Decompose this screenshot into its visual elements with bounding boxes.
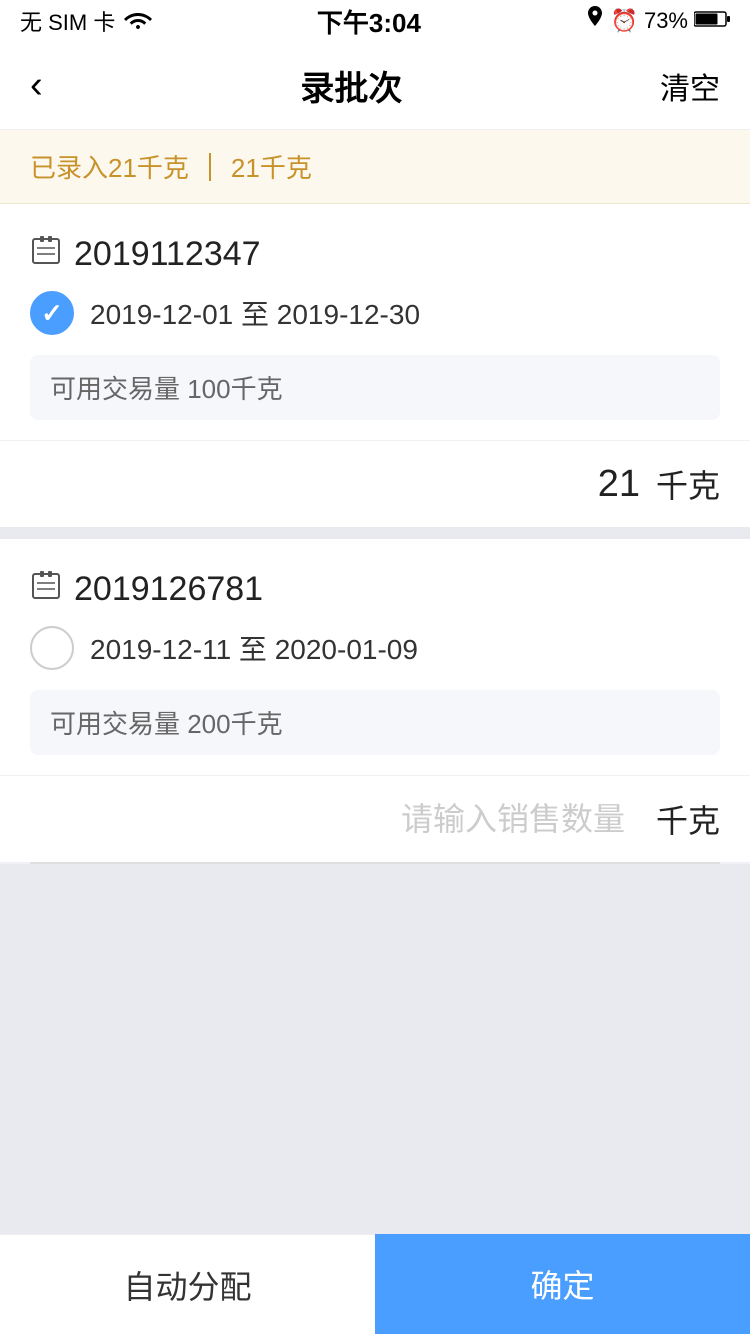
page-title: 录批次	[300, 61, 402, 110]
status-bar: 无 SIM 卡 下午3:04 ⏰ 73%	[0, 0, 750, 42]
battery-text: 73%	[644, 8, 688, 34]
auto-distribute-button[interactable]: 自动分配	[0, 1234, 375, 1334]
recorded-value: 21千克	[231, 148, 312, 185]
batch-card-2: 2019126781 2019-12-11 至 2020-01-09 可用交易量…	[0, 539, 750, 775]
batch2-date-row[interactable]: 2019-12-11 至 2020-01-09	[30, 626, 720, 670]
batch1-availability: 可用交易量 100千克	[30, 355, 720, 420]
back-button[interactable]: ‹	[30, 64, 43, 107]
info-bar: 已录入21千克 21千克	[0, 130, 750, 204]
batch2-date: 2019-12-11 至 2020-01-09	[90, 628, 418, 668]
signal-text: 无 SIM 卡	[20, 5, 115, 37]
batch2-input-unit: 千克	[656, 796, 720, 842]
batch2-availability: 可用交易量 200千克	[30, 690, 720, 755]
batch2-id: 2019126781	[74, 570, 263, 609]
batch1-date: 2019-12-01 至 2019-12-30	[90, 293, 420, 333]
clear-button[interactable]: 清空	[660, 64, 720, 108]
batch2-header: 2019126781	[30, 569, 720, 610]
batch1-quantity-unit: 千克	[656, 461, 720, 507]
batch1-quantity-row: 21 千克	[0, 440, 750, 527]
batch1-date-row[interactable]: 2019-12-01 至 2019-12-30	[30, 291, 720, 335]
alarm-icon: ⏰	[611, 8, 638, 34]
status-time: 下午3:04	[317, 3, 421, 40]
batch2-radio[interactable]	[30, 626, 74, 670]
info-divider	[209, 153, 211, 181]
status-right: ⏰ 73%	[585, 6, 730, 36]
content-area: 已录入21千克 21千克 2019112347 2019-12-01 至 201…	[0, 130, 750, 1264]
batch1-header: 2019112347	[30, 234, 720, 275]
section-separator	[0, 527, 750, 539]
location-icon	[585, 6, 605, 36]
batch1-quantity-value: 21	[580, 463, 640, 506]
battery-icon	[694, 8, 730, 34]
sales-quantity-input[interactable]	[340, 801, 640, 838]
batch2-input-row: 千克	[0, 775, 750, 862]
status-left: 无 SIM 卡	[20, 5, 153, 37]
recorded-label: 已录入21千克	[30, 148, 189, 185]
batch2-icon	[30, 569, 62, 610]
batch1-radio[interactable]	[30, 291, 74, 335]
batch1-icon	[30, 234, 62, 275]
batch1-id: 2019112347	[74, 235, 261, 274]
nav-bar: ‹ 录批次 清空	[0, 42, 750, 130]
confirm-button[interactable]: 确定	[375, 1234, 750, 1334]
batch-card-1: 2019112347 2019-12-01 至 2019-12-30 可用交易量…	[0, 204, 750, 440]
gray-spacer	[0, 864, 750, 1264]
wifi-icon	[123, 7, 153, 35]
bottom-bar: 自动分配 确定	[0, 1234, 750, 1334]
